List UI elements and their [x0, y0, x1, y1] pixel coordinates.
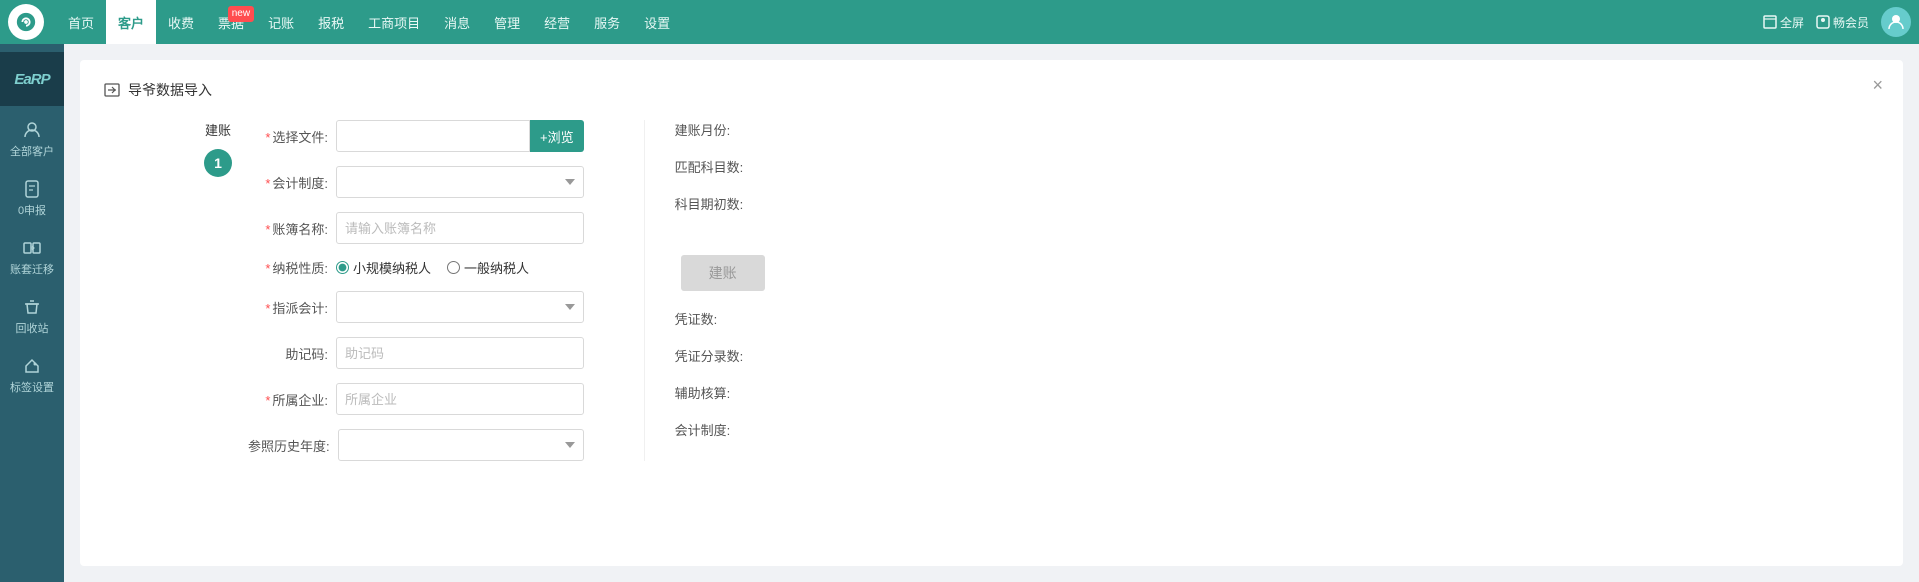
- nav-logo[interactable]: [8, 4, 44, 40]
- history-year-label: 参照历史年度:: [248, 436, 330, 455]
- memo-input[interactable]: [336, 337, 584, 369]
- right-auxiliary-row: 辅助核算:: [675, 383, 771, 402]
- company-label: *所属企业:: [248, 390, 328, 409]
- memo-row: 助记码:: [248, 337, 584, 369]
- step-circle: 1: [204, 149, 232, 177]
- nav-items-list: 首页 客户 收费 票据 new 记账 报税 工商项目 消息 管理 经营: [56, 0, 1763, 44]
- right-accounting-label: 会计制度:: [675, 420, 765, 439]
- page-card: 导爷数据导入 × 建账 1 *选择文件:: [80, 60, 1903, 566]
- accountant-row: *指派会计:: [248, 291, 584, 323]
- accounting-system-label: *会计制度:: [248, 173, 328, 192]
- sidebar-item-zero-filing[interactable]: 0申报: [0, 169, 64, 228]
- sidebar-logo: EaRP: [0, 52, 64, 106]
- ledger-name-input[interactable]: [336, 212, 584, 244]
- right-voucher-label: 凭证数:: [675, 309, 765, 328]
- tax-nature-radio-group: 小规模纳税人 一般纳税人: [336, 258, 584, 277]
- tax-nature-row: *纳税性质: 小规模纳税人 一般纳税人: [248, 258, 584, 277]
- sidebar-item-ledger-migration[interactable]: 账套迁移: [0, 228, 64, 287]
- step-indicator: 建账 1: [204, 120, 232, 461]
- tax-nature-label: *纳税性质:: [248, 258, 328, 277]
- right-voucher-entries-label: 凭证分录数:: [675, 346, 765, 365]
- nav-item-operations[interactable]: 经营: [532, 0, 582, 44]
- right-auxiliary-label: 辅助核算:: [675, 383, 765, 402]
- accountant-select[interactable]: [336, 291, 584, 323]
- company-row: *所属企业:: [248, 383, 584, 415]
- right-initial-label: 科目期初数:: [675, 194, 765, 213]
- nav-item-management[interactable]: 管理: [482, 0, 532, 44]
- close-button[interactable]: ×: [1872, 76, 1883, 94]
- ledger-name-label: *账簿名称:: [248, 219, 328, 238]
- form-fields: *选择文件: +浏览 *会计制度:: [248, 120, 584, 461]
- nav-item-services[interactable]: 服务: [582, 0, 632, 44]
- card-header: 导爷数据导入: [104, 80, 1879, 100]
- main-content: 导爷数据导入 × 建账 1 *选择文件:: [64, 44, 1919, 582]
- browse-button[interactable]: +浏览: [530, 120, 584, 152]
- fullscreen-button[interactable]: 全屏: [1763, 14, 1804, 31]
- nav-item-clients[interactable]: 客户: [106, 0, 156, 44]
- tax-small-radio[interactable]: 小规模纳税人: [336, 258, 431, 277]
- sidebar: EaRP 全部客户 0申报 账套迁移 回收站: [0, 44, 64, 582]
- build-account-button[interactable]: 建账: [681, 255, 765, 291]
- right-initial-row: 科目期初数:: [675, 194, 771, 213]
- file-row: *选择文件: +浏览: [248, 120, 584, 152]
- nav-item-business[interactable]: 工商项目: [356, 0, 432, 44]
- company-input[interactable]: [336, 383, 584, 415]
- nav-right-area: 全屏 畅会员: [1763, 7, 1911, 37]
- file-label: *选择文件:: [248, 127, 328, 146]
- member-button[interactable]: 畅会员: [1816, 14, 1869, 31]
- nav-item-home[interactable]: 首页: [56, 0, 106, 44]
- user-avatar[interactable]: [1881, 7, 1911, 37]
- right-month-label: 建账月份:: [675, 120, 765, 139]
- memo-label: 助记码:: [248, 344, 328, 363]
- file-input-group: +浏览: [336, 120, 584, 152]
- build-btn-container: 建账: [675, 235, 771, 291]
- accountant-label: *指派会计:: [248, 298, 328, 317]
- nav-item-messages[interactable]: 消息: [432, 0, 482, 44]
- nav-item-invoices[interactable]: 票据 new: [206, 0, 256, 44]
- ledger-name-row: *账簿名称:: [248, 212, 584, 244]
- right-match-row: 匹配科目数:: [675, 157, 771, 176]
- nav-item-settings[interactable]: 设置: [632, 0, 682, 44]
- import-icon: [104, 82, 120, 98]
- right-accounting-row: 会计制度:: [675, 420, 771, 439]
- accounting-system-select[interactable]: [336, 166, 584, 198]
- right-voucher-row: 凭证数:: [675, 309, 771, 328]
- sidebar-item-all-clients[interactable]: 全部客户: [0, 110, 64, 169]
- right-match-label: 匹配科目数:: [675, 157, 765, 176]
- form-area: 建账 1 *选择文件: +浏览: [104, 120, 1879, 461]
- history-year-select[interactable]: [338, 429, 584, 461]
- sidebar-item-label-settings[interactable]: 标签设置: [0, 346, 64, 405]
- accounting-system-row: *会计制度:: [248, 166, 584, 198]
- form-left-section: 建账 1 *选择文件: +浏览: [204, 120, 584, 461]
- nav-item-fees[interactable]: 收费: [156, 0, 206, 44]
- file-input[interactable]: [336, 120, 530, 152]
- modal-title: 导爷数据导入: [128, 80, 212, 100]
- invoice-badge: new: [228, 6, 254, 22]
- nav-item-tax[interactable]: 报税: [306, 0, 356, 44]
- right-month-row: 建账月份:: [675, 120, 771, 139]
- form-right-section: 建账月份: 匹配科目数: 科目期初数: 建账 凭证数:: [644, 120, 771, 461]
- history-year-row: 参照历史年度:: [248, 429, 584, 461]
- sidebar-item-recycle-bin[interactable]: 回收站: [0, 287, 64, 346]
- tax-general-radio[interactable]: 一般纳税人: [447, 258, 529, 277]
- top-navigation: 首页 客户 收费 票据 new 记账 报税 工商项目 消息 管理 经营: [0, 0, 1919, 44]
- nav-item-bookkeeping[interactable]: 记账: [256, 0, 306, 44]
- step-section-label: 建账: [205, 120, 231, 139]
- right-voucher-entries-row: 凭证分录数:: [675, 346, 771, 365]
